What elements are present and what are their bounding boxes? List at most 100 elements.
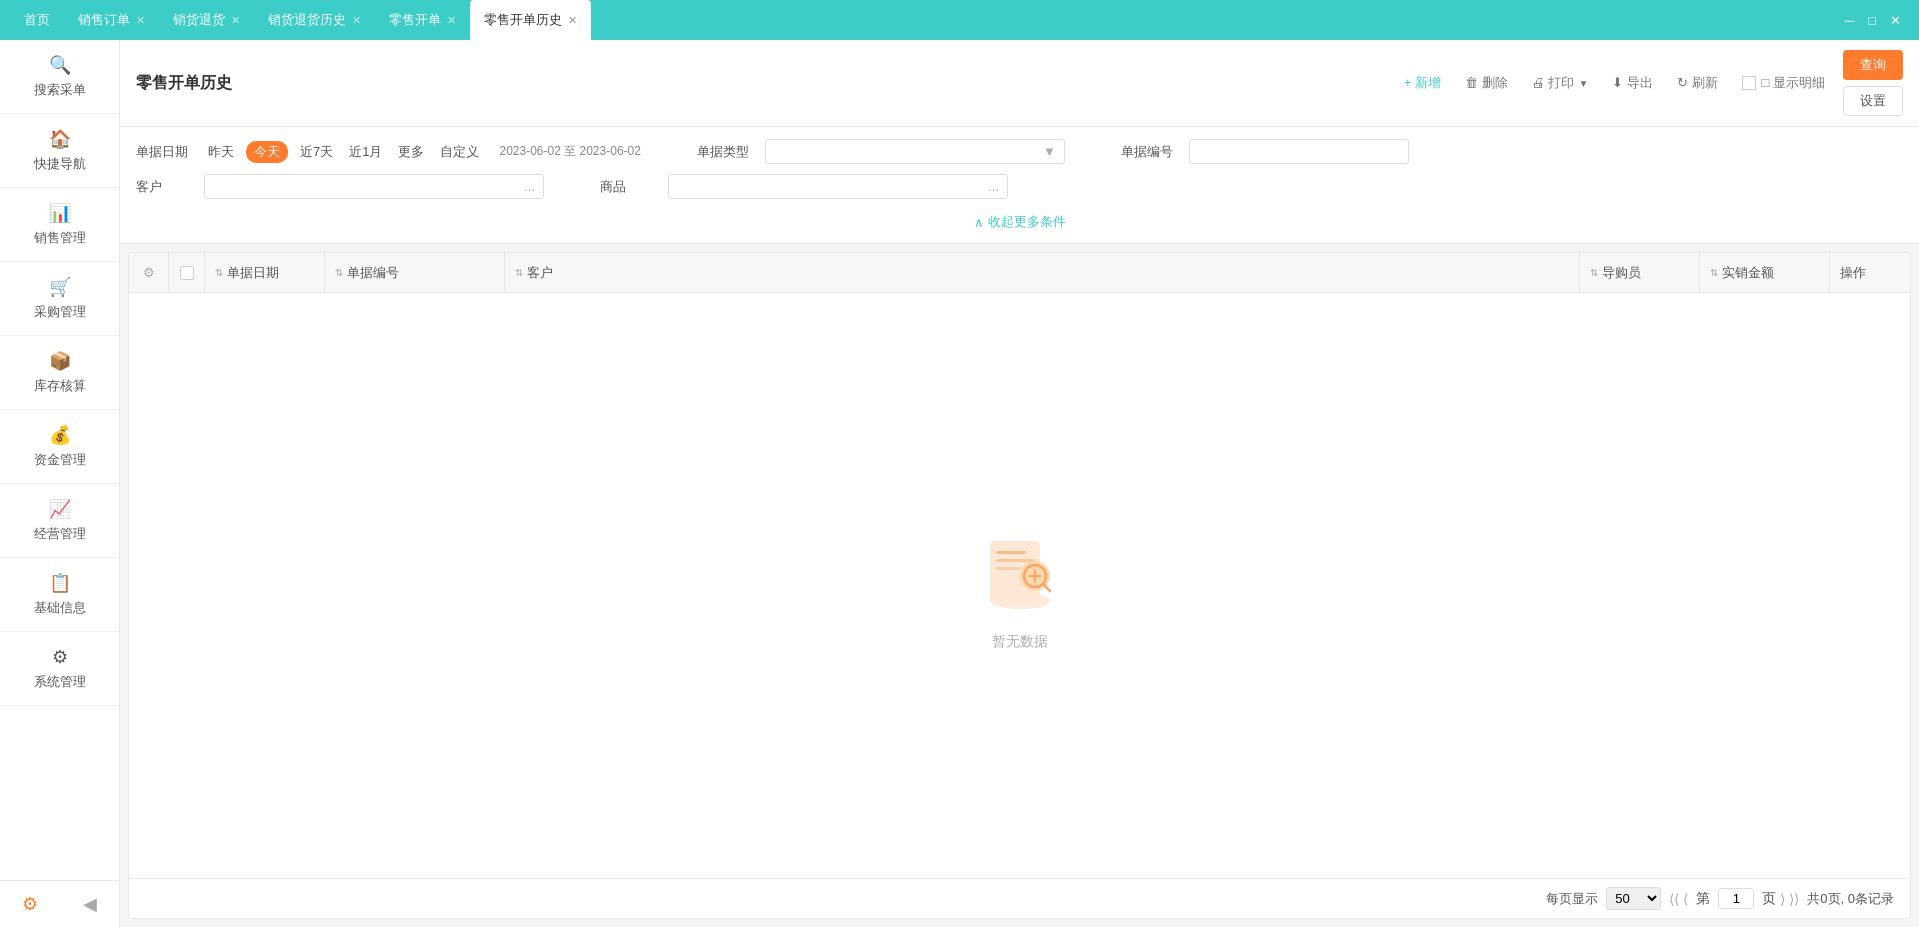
date-range-display: 2023-06-02 至 2023-06-02 bbox=[499, 143, 640, 160]
goods-label: 商品 bbox=[600, 178, 660, 196]
window-controls: ─ □ ✕ bbox=[1845, 13, 1909, 28]
date-tab-more[interactable]: 更多 bbox=[394, 141, 428, 163]
management-icon: 📈 bbox=[49, 498, 71, 520]
goods-filter-section: 商品 ... bbox=[600, 174, 1008, 199]
sort-icon-customer: ⇅ bbox=[515, 267, 523, 278]
date-tab-7days[interactable]: 近7天 bbox=[296, 141, 337, 163]
close-tab-retail-order-history[interactable]: ✕ bbox=[568, 14, 577, 27]
print-dropdown-icon[interactable]: ▼ bbox=[1578, 78, 1588, 89]
date-label: 单据日期 bbox=[136, 143, 196, 161]
empty-icon bbox=[970, 521, 1070, 621]
tab-home[interactable]: 首页 bbox=[10, 0, 64, 40]
prev-page-icon[interactable]: ⟨ bbox=[1683, 891, 1688, 907]
th-date[interactable]: ⇅ 单据日期 bbox=[205, 253, 325, 292]
action-buttons-area: 查询 设置 bbox=[1843, 50, 1903, 116]
sidebar-item-nav[interactable]: 🏠 快捷导航 bbox=[0, 114, 119, 188]
th-guide[interactable]: ⇅ 导购员 bbox=[1580, 253, 1700, 292]
sidebar-item-inventory[interactable]: 📦 库存核算 bbox=[0, 336, 119, 410]
sidebar-item-finance[interactable]: 💰 资金管理 bbox=[0, 410, 119, 484]
page-word: 第 bbox=[1696, 890, 1710, 908]
collapse-up-icon: ∧ bbox=[974, 215, 984, 230]
page-label: 页 bbox=[1762, 890, 1776, 908]
billno-label: 单据编号 bbox=[1121, 143, 1181, 161]
collapse-row: ∧ 收起更多条件 bbox=[136, 209, 1903, 231]
tab-retail-order[interactable]: 零售开单 ✕ bbox=[375, 0, 470, 40]
settings-bottom-icon[interactable]: ⚙ bbox=[22, 893, 38, 915]
customer-filter-section: 客户 ... bbox=[136, 174, 544, 199]
next-page-icon[interactable]: ⟩ bbox=[1780, 891, 1785, 907]
close-tab-sales-order[interactable]: ✕ bbox=[136, 14, 145, 27]
svg-rect-2 bbox=[996, 551, 1026, 554]
refresh-button[interactable]: ↻ 刷新 bbox=[1671, 70, 1724, 96]
add-button[interactable]: + 新增 bbox=[1398, 70, 1447, 96]
per-page-select[interactable]: 50 20 100 bbox=[1606, 887, 1661, 910]
sort-icon-amount: ⇅ bbox=[1710, 267, 1718, 278]
settings-button[interactable]: 设置 bbox=[1843, 86, 1903, 116]
close-tab-sales-return[interactable]: ✕ bbox=[231, 14, 240, 27]
export-button[interactable]: ⬇ 导出 bbox=[1606, 70, 1659, 96]
per-page-label: 每页显示 bbox=[1546, 890, 1598, 908]
sidebar-item-basic[interactable]: 📋 基础信息 bbox=[0, 558, 119, 632]
page-title: 零售开单历史 bbox=[136, 73, 232, 94]
type-dropdown-icon: ▼ bbox=[1043, 144, 1056, 159]
page-header: 零售开单历史 + 新增 🗑 删除 🖨 打印 ▼ ⬇ 导出 bbox=[120, 40, 1919, 127]
minimize-icon[interactable]: ─ bbox=[1845, 13, 1854, 28]
tab-sales-order[interactable]: 销售订单 ✕ bbox=[64, 0, 159, 40]
th-billno[interactable]: ⇅ 单据编号 bbox=[325, 253, 505, 292]
sidebar-item-purchase[interactable]: 🛒 采购管理 bbox=[0, 262, 119, 336]
sidebar-item-system[interactable]: ⚙ 系统管理 bbox=[0, 632, 119, 706]
date-tab-custom[interactable]: 自定义 bbox=[436, 141, 483, 163]
sidebar-item-search[interactable]: 🔍 搜索采单 bbox=[0, 40, 119, 114]
inventory-icon: 📦 bbox=[49, 350, 71, 372]
billno-filter-section: 单据编号 bbox=[1121, 139, 1409, 164]
th-checkbox bbox=[169, 253, 205, 292]
sales-icon: 📊 bbox=[49, 202, 71, 224]
display-detail-button[interactable]: □ 显示明细 bbox=[1736, 70, 1831, 96]
column-settings-icon[interactable]: ⚙ bbox=[143, 265, 155, 280]
close-tab-retail-order[interactable]: ✕ bbox=[447, 14, 456, 27]
close-icon[interactable]: ✕ bbox=[1890, 13, 1901, 28]
date-tab-1month[interactable]: 近1月 bbox=[345, 141, 386, 163]
query-button[interactable]: 查询 bbox=[1843, 50, 1903, 80]
page-input[interactable] bbox=[1718, 888, 1754, 909]
basic-icon: 📋 bbox=[49, 572, 71, 594]
finance-icon: 💰 bbox=[49, 424, 71, 446]
svg-rect-3 bbox=[996, 559, 1034, 562]
data-table: ⚙ ⇅ 单据日期 ⇅ 单据编号 ⇅ 客户 bbox=[128, 252, 1911, 919]
filter-area: 单据日期 昨天 今天 近7天 近1月 更多 自定义 2023-06-02 至 2… bbox=[120, 127, 1919, 244]
purchase-icon: 🛒 bbox=[49, 276, 71, 298]
maximize-icon[interactable]: □ bbox=[1868, 13, 1876, 28]
sidebar-item-management[interactable]: 📈 经营管理 bbox=[0, 484, 119, 558]
collapse-button[interactable]: ∧ 收起更多条件 bbox=[974, 213, 1066, 231]
customer-dots-icon: ... bbox=[524, 179, 535, 194]
tab-sales-return-history[interactable]: 销货退货历史 ✕ bbox=[254, 0, 375, 40]
delete-button[interactable]: 🗑 删除 bbox=[1459, 70, 1514, 96]
pagination: 每页显示 50 20 100 ⟨⟨ ⟨ 第 页 ⟩ ⟩⟩ bbox=[129, 878, 1910, 918]
tab-sales-return[interactable]: 销货退货 ✕ bbox=[159, 0, 254, 40]
th-amount[interactable]: ⇅ 实销金额 bbox=[1700, 253, 1830, 292]
customer-select[interactable]: ... bbox=[204, 174, 544, 199]
date-tab-yesterday[interactable]: 昨天 bbox=[204, 141, 238, 163]
billno-input[interactable] bbox=[1189, 139, 1409, 164]
sidebar-item-sales[interactable]: 📊 销售管理 bbox=[0, 188, 119, 262]
pagination-nav: ⟨⟨ ⟨ 第 页 ⟩ ⟩⟩ bbox=[1669, 888, 1799, 909]
th-customer[interactable]: ⇅ 客户 bbox=[505, 253, 1580, 292]
svg-rect-4 bbox=[996, 567, 1020, 570]
filter-row-1: 单据日期 昨天 今天 近7天 近1月 更多 自定义 2023-06-02 至 2… bbox=[136, 139, 1903, 164]
content-area: 零售开单历史 + 新增 🗑 删除 🖨 打印 ▼ ⬇ 导出 bbox=[120, 40, 1919, 927]
collapse-sidebar-icon[interactable]: ◀ bbox=[83, 893, 97, 915]
tab-retail-order-history[interactable]: 零售开单历史 ✕ bbox=[470, 0, 591, 40]
first-page-icon[interactable]: ⟨⟨ bbox=[1669, 891, 1679, 907]
last-page-icon[interactable]: ⟩⟩ bbox=[1789, 891, 1799, 907]
close-tab-sales-return-history[interactable]: ✕ bbox=[352, 14, 361, 27]
print-button[interactable]: 🖨 打印 ▼ bbox=[1526, 70, 1595, 96]
select-all-checkbox[interactable] bbox=[180, 266, 194, 280]
th-settings: ⚙ bbox=[129, 253, 169, 292]
date-tab-today[interactable]: 今天 bbox=[246, 141, 288, 163]
type-select[interactable]: ▼ bbox=[765, 139, 1065, 164]
system-icon: ⚙ bbox=[52, 646, 68, 668]
sort-icon-billno: ⇅ bbox=[335, 267, 343, 278]
goods-select[interactable]: ... bbox=[668, 174, 1008, 199]
sort-icon-guide: ⇅ bbox=[1590, 267, 1598, 278]
sidebar-bottom: ⚙ ◀ bbox=[0, 880, 119, 927]
